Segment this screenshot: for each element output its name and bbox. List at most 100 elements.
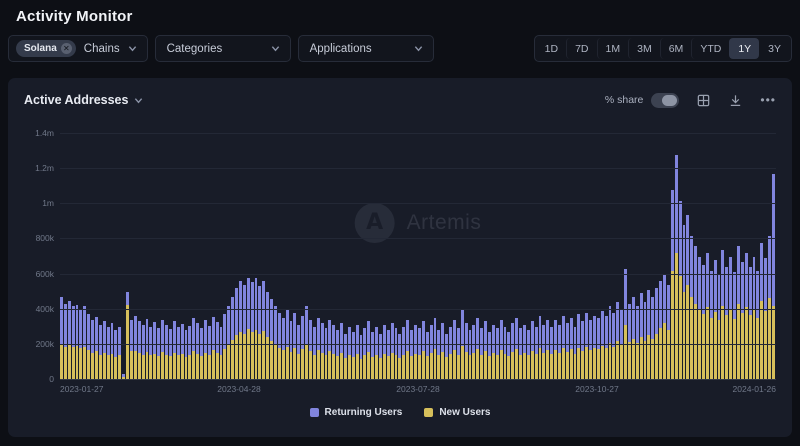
x-tick-label: 2023-01-27	[60, 384, 104, 394]
new-users-segment	[332, 353, 336, 379]
bar	[398, 134, 402, 379]
legend-item-returning-users[interactable]: Returning Users	[309, 407, 402, 418]
returning-users-segment	[203, 320, 207, 353]
returning-users-segment	[238, 281, 242, 332]
new-users-segment	[126, 304, 130, 379]
more-options-icon[interactable]: •••	[760, 93, 776, 108]
bar	[522, 134, 526, 379]
bar	[651, 134, 655, 379]
legend-item-new-users[interactable]: New Users	[424, 407, 490, 418]
bar	[666, 134, 670, 379]
new-users-segment	[301, 349, 305, 379]
new-users-segment	[98, 354, 102, 379]
new-users-segment	[635, 343, 639, 379]
metric-selector[interactable]: Active Addresses	[24, 93, 143, 107]
range-button-7d[interactable]: 7D	[566, 38, 596, 59]
range-button-ytd[interactable]: YTD	[691, 38, 729, 59]
range-button-1y[interactable]: 1Y	[729, 38, 760, 59]
new-users-segment	[456, 354, 460, 379]
bar	[386, 134, 390, 379]
grid-icon[interactable]	[696, 93, 711, 108]
new-users-segment	[725, 315, 729, 379]
range-button-1d[interactable]: 1D	[537, 38, 566, 59]
returning-users-segment	[682, 225, 686, 292]
chart-plot-area[interactable]: A Artemis 0 200k 400k 600k 800k 1m 1.2m 1.4m	[35, 128, 776, 384]
gridline: 800k	[36, 233, 776, 243]
new-users-segment	[141, 354, 145, 379]
bar	[145, 134, 149, 379]
download-icon[interactable]	[728, 93, 743, 108]
bar	[686, 134, 690, 379]
returning-users-segment	[534, 326, 538, 354]
bar	[480, 134, 484, 379]
new-users-segment	[161, 351, 165, 379]
new-users-segment	[511, 351, 515, 379]
returning-users-segment	[573, 326, 577, 354]
bar	[207, 134, 211, 379]
returning-users-segment	[320, 323, 324, 353]
range-button-3y[interactable]: 3Y	[759, 38, 789, 59]
returning-users-segment	[659, 281, 663, 329]
new-users-segment	[219, 355, 223, 379]
new-users-segment	[736, 303, 740, 379]
bar	[285, 134, 289, 379]
bar	[659, 134, 663, 379]
bar	[573, 134, 577, 379]
returning-users-segment	[768, 235, 771, 298]
bar	[262, 134, 266, 379]
new-users-segment	[316, 350, 320, 379]
chains-dropdown[interactable]: Solana ✕ Chains	[8, 35, 148, 62]
range-button-3m[interactable]: 3M	[628, 38, 660, 59]
range-button-6m[interactable]: 6M	[659, 38, 692, 59]
new-users-segment	[756, 317, 760, 379]
new-users-segment	[367, 351, 371, 379]
share-toggle[interactable]	[651, 92, 680, 108]
new-users-segment	[359, 358, 363, 379]
metric-selector-label: Active Addresses	[24, 93, 129, 107]
returning-users-segment	[130, 319, 133, 351]
new-users-segment	[347, 354, 351, 379]
returning-users-segment	[316, 317, 320, 351]
new-users-segment	[410, 356, 414, 379]
returning-users-segment	[503, 326, 507, 354]
bar	[705, 134, 709, 379]
applications-dropdown[interactable]: Applications	[297, 35, 434, 62]
bar	[235, 134, 238, 379]
bar	[507, 134, 511, 379]
bar	[631, 134, 635, 379]
returning-users-segment	[437, 330, 441, 356]
activity-monitor-page: Activity Monitor Solana ✕ Chains Categor…	[0, 0, 800, 446]
new-users-segment	[281, 350, 285, 379]
bar	[729, 134, 733, 379]
returning-users-segment	[250, 281, 254, 332]
new-users-segment	[390, 352, 394, 379]
new-users-segment	[768, 297, 771, 379]
returning-users-segment	[441, 323, 445, 352]
returning-users-segment	[95, 316, 98, 351]
categories-dropdown[interactable]: Categories	[154, 35, 291, 62]
bar	[215, 134, 219, 379]
bar	[511, 134, 515, 379]
bar	[538, 134, 542, 379]
returning-users-segment	[390, 323, 394, 353]
remove-chain-icon[interactable]: ✕	[60, 43, 72, 54]
returning-users-segment	[460, 309, 464, 346]
gridline: 600k	[36, 269, 776, 279]
new-users-segment	[655, 333, 659, 379]
bar	[305, 134, 308, 379]
new-users-segment	[437, 355, 441, 379]
returning-users-segment	[285, 309, 289, 347]
bar	[394, 134, 398, 379]
bar	[137, 134, 141, 379]
chevron-down-icon	[271, 46, 279, 52]
returning-users-segment	[215, 322, 219, 353]
new-users-segment	[192, 351, 196, 379]
new-users-segment	[320, 352, 324, 379]
returning-users-segment	[495, 328, 499, 355]
bar	[184, 134, 188, 379]
range-button-1m[interactable]: 1M	[596, 38, 629, 59]
returning-users-segment	[651, 296, 655, 339]
new-users-segment	[273, 344, 277, 379]
bar	[647, 134, 651, 379]
new-users-segment	[200, 356, 203, 379]
